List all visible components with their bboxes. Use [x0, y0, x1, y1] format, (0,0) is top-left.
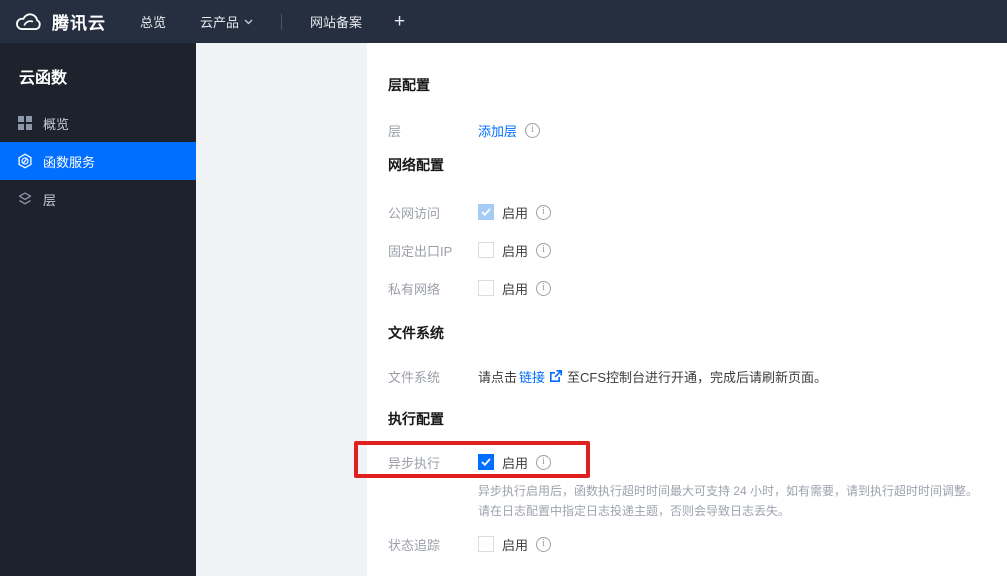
private-network-checkbox[interactable]	[478, 280, 494, 296]
nav-item-website-record[interactable]: 网站备案	[310, 12, 362, 31]
sidebar-item-overview[interactable]: 概览	[0, 104, 196, 142]
config-row-private-network: 私有网络 启用	[388, 269, 1007, 307]
config-content: 层配置 层 添加层 网络配置 公网访问 启用 固定出口IP 启用	[367, 43, 1007, 576]
nav-item-overview[interactable]: 总览	[140, 12, 166, 31]
add-layer-link[interactable]: 添加层	[478, 121, 517, 140]
top-navbar: 腾讯云 总览 云产品 网站备案 +	[0, 0, 1007, 43]
sidebar-item-function-service[interactable]: 函数服务	[0, 142, 196, 180]
fixed-ip-checkbox[interactable]	[478, 242, 494, 258]
section-title-execution-config: 执行配置	[388, 411, 444, 427]
config-row-file-system: 文件系统 请点击 链接 至CFS控制台进行开通，完成后请刷新页面。	[388, 357, 1007, 395]
brand-name: 腾讯云	[52, 14, 106, 33]
async-execution-checkbox[interactable]	[478, 454, 494, 470]
enable-label: 启用	[502, 205, 529, 221]
sidebar-item-label: 概览	[43, 116, 70, 132]
sidebar-item-layers[interactable]: 层	[0, 180, 196, 218]
chevron-down-icon	[244, 19, 253, 25]
nav-divider	[281, 13, 283, 30]
section-title-file-system: 文件系统	[388, 325, 444, 341]
brand-logo-link[interactable]: 腾讯云	[14, 9, 106, 34]
nav-add-tab-button[interactable]: +	[394, 11, 405, 33]
app-window: 腾讯云 总览 云产品 网站备案 + 云函数 概览 函数服务 层 层配置 层 添加…	[0, 0, 1007, 576]
info-icon[interactable]	[536, 536, 552, 552]
info-icon[interactable]	[536, 204, 552, 220]
info-icon[interactable]	[536, 280, 552, 296]
file-system-hint-prefix: 请点击	[478, 369, 518, 385]
external-link-icon	[550, 370, 563, 382]
row-label: 私有网络	[388, 281, 441, 297]
public-access-checkbox	[478, 204, 494, 220]
section-title-layer-config: 层配置	[388, 77, 430, 93]
sidebar-item-label: 层	[43, 192, 57, 208]
function-list-panel	[196, 43, 367, 576]
info-icon[interactable]	[536, 242, 552, 258]
nav-item-cloud-products[interactable]: 云产品	[200, 12, 253, 31]
sidebar: 云函数 概览 函数服务 层	[0, 43, 196, 576]
cfs-console-link[interactable]: 链接	[519, 367, 545, 386]
enable-label: 启用	[502, 455, 529, 471]
config-row-fixed-ip: 固定出口IP 启用	[388, 231, 1007, 269]
row-label: 状态追踪	[388, 537, 441, 553]
enable-label: 启用	[502, 537, 529, 553]
config-row-async-execution: 异步执行 启用	[388, 443, 1007, 481]
sidebar-title: 云函数	[19, 70, 68, 87]
row-label: 层	[388, 123, 402, 139]
file-system-hint-suffix: 至CFS控制台进行开通，完成后请刷新页面。	[567, 369, 828, 385]
sidebar-item-label: 函数服务	[43, 154, 96, 170]
info-icon[interactable]	[525, 122, 541, 138]
info-icon[interactable]	[536, 454, 552, 470]
row-label: 文件系统	[388, 369, 441, 385]
row-label: 异步执行	[388, 455, 441, 471]
async-execution-helper-text: 异步执行启用后，函数执行超时时间最大可支持 24 小时，如有需要，请到执行超时时…	[478, 484, 979, 518]
row-label: 公网访问	[388, 205, 441, 221]
config-row-layer: 层 添加层	[388, 111, 1007, 149]
section-title-network-config: 网络配置	[388, 157, 444, 173]
enable-label: 启用	[502, 243, 529, 259]
layers-icon	[17, 191, 33, 207]
config-row-public-access: 公网访问 启用	[388, 193, 1007, 231]
grid-icon	[17, 115, 33, 131]
status-tracking-checkbox[interactable]	[478, 536, 494, 552]
row-label: 固定出口IP	[388, 243, 453, 259]
config-row-status-tracking: 状态追踪 启用	[388, 525, 1007, 563]
function-hexagon-icon	[17, 153, 33, 169]
enable-label: 启用	[502, 281, 529, 297]
tencent-cloud-logo-icon	[14, 11, 44, 33]
